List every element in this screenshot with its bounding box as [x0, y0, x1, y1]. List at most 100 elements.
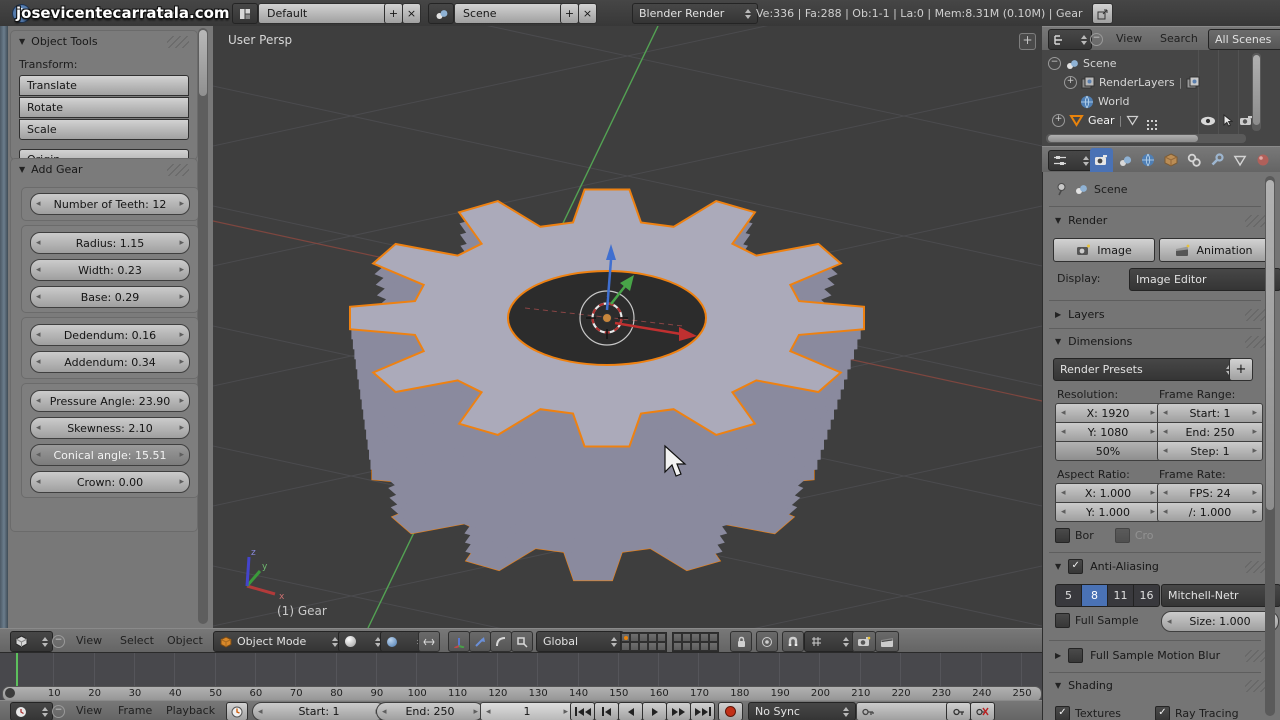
slider-right-arrow-icon[interactable]: ▸	[179, 199, 184, 209]
scrollbar-thumb[interactable]	[199, 30, 207, 96]
fsmb-panel-header[interactable]: ▶ Full Sample Motion Blur	[1055, 648, 1267, 663]
add-gear-title[interactable]: Add Gear	[31, 163, 82, 176]
view3d-menu-select[interactable]: Select	[120, 634, 154, 647]
shading-panel-header[interactable]: ▼ Shading	[1055, 679, 1267, 692]
keying-set-field[interactable]	[856, 702, 954, 720]
width-slider[interactable]: ◂ Width: 0.23 ▸	[30, 259, 190, 281]
panel-grip-icon[interactable]	[167, 35, 189, 48]
outliner-editor-selector[interactable]	[1048, 29, 1092, 50]
viewport-3d[interactable]: x yz User Persp (1) Gear +	[213, 26, 1042, 628]
teeth-slider[interactable]: ◂ Number of Teeth: 12 ▸	[30, 193, 190, 215]
aa-sample-11[interactable]: 11	[1108, 585, 1134, 606]
antialiasing-checkbox[interactable]: ✓	[1068, 559, 1084, 574]
fps-base-slider[interactable]: ◂/: 1.000 ▸	[1157, 502, 1263, 522]
properties-editor-selector[interactable]	[1048, 150, 1094, 171]
radius-slider[interactable]: ◂ Radius: 1.15 ▸	[30, 232, 190, 254]
ray-tracing-checkbox[interactable]: ✓	[1155, 706, 1170, 720]
tool-shelf-scrollbar[interactable]	[198, 28, 208, 624]
panel-grip-icon[interactable]	[1245, 335, 1267, 348]
conical-angle-slider[interactable]: ◂ Conical angle: 15.51 ▸	[30, 444, 190, 466]
aa-size-slider[interactable]: ◂Size: 1.000▸	[1161, 611, 1279, 632]
outliner-menu-view[interactable]: View	[1116, 32, 1142, 45]
view3d-menu-view[interactable]: View	[76, 634, 102, 647]
tab-modifiers[interactable]	[1205, 148, 1228, 172]
aa-sample-16[interactable]: 16	[1134, 585, 1159, 606]
rotate-button[interactable]: Rotate	[19, 97, 189, 118]
panel-grip-icon[interactable]	[1245, 560, 1267, 573]
scene-add-button[interactable]: +	[560, 3, 579, 24]
collapse-menus-icon[interactable]: −	[52, 705, 65, 718]
manipulator-translate-toggle[interactable]	[469, 631, 491, 652]
antialiasing-panel-header[interactable]: ▼ ✓ Anti-Aliasing	[1055, 559, 1267, 574]
fsmb-checkbox[interactable]	[1068, 648, 1084, 663]
timeline-region[interactable]: 10 20 30 40 50 60 70 80 90 100 110 120 130 140 150 160 1…	[0, 652, 1042, 701]
layers-grid-left[interactable]	[620, 632, 667, 652]
collapse-icon[interactable]: −	[1048, 57, 1061, 70]
panel-grip-icon[interactable]	[167, 163, 189, 176]
object-tools-title[interactable]: Object Tools	[31, 35, 97, 48]
scrollbar-thumb[interactable]	[1048, 135, 1198, 142]
frame-end-slider[interactable]: ◂ End: 250 ▸	[376, 702, 484, 720]
jump-to-end-button[interactable]	[690, 702, 715, 720]
expand-triangle-icon[interactable]: ▶	[1055, 651, 1061, 660]
proportional-edit-toggle[interactable]	[756, 631, 778, 652]
scene-icon-box[interactable]	[428, 3, 454, 24]
resolution-percent-button[interactable]: 50%	[1055, 441, 1161, 461]
expand-icon[interactable]: +	[1064, 76, 1077, 89]
render-opengl-button[interactable]	[852, 631, 876, 652]
tab-constraints[interactable]	[1182, 148, 1205, 172]
record-button[interactable]	[718, 702, 743, 720]
lock-to-scene-toggle[interactable]	[730, 631, 752, 652]
addendum-slider[interactable]: ◂ Addendum: 0.34 ▸	[30, 351, 190, 373]
outliner-row-gear[interactable]: + Gear |	[1052, 111, 1150, 130]
outliner-menu-search[interactable]: Search	[1160, 32, 1198, 45]
outliner-vscrollbar[interactable]	[1252, 53, 1261, 131]
frame-end-slider-props[interactable]: ◂ End: 250 ▸	[1157, 422, 1263, 442]
jump-prev-keyframe-button[interactable]	[594, 702, 619, 720]
render-opengl-anim-button[interactable]	[875, 631, 899, 652]
layers-panel-header[interactable]: ▶ Layers	[1055, 308, 1267, 321]
outliner-row-world[interactable]: World	[1080, 92, 1130, 111]
panel-grip-icon[interactable]	[1245, 679, 1267, 692]
textures-checkbox[interactable]: ✓	[1055, 706, 1070, 720]
timeline-ruler[interactable]: 10 20 30 40 50 60 70 80 90 100 110 120 130 140 150 160 1…	[2, 686, 1042, 701]
layout-field[interactable]: Default	[258, 3, 400, 24]
outliner-row-scene[interactable]: − Scene	[1048, 54, 1117, 73]
collapse-triangle-icon[interactable]: ▼	[1055, 216, 1061, 225]
render-engine-dropdown[interactable]: Blender Render	[632, 3, 758, 24]
properties-scrollbar[interactable]	[1265, 176, 1275, 716]
frame-step-slider[interactable]: ◂ Step: 1 ▸	[1157, 441, 1263, 461]
use-preview-range-toggle[interactable]	[226, 702, 248, 720]
crop-checkbox[interactable]	[1114, 528, 1130, 543]
fps-slider[interactable]: ◂ FPS: 24 ▸	[1157, 483, 1263, 503]
region-plus-icon[interactable]: +	[1019, 33, 1036, 50]
current-frame-field[interactable]: ◂ 1 ▸	[480, 702, 574, 720]
scrollbar-thumb[interactable]	[1253, 55, 1260, 125]
outliner-row-renderlayers[interactable]: + RenderLayers |	[1064, 73, 1200, 92]
layout-close-button[interactable]: ×	[402, 3, 421, 24]
aa-filter-dropdown[interactable]: Mitchell-Netr	[1161, 584, 1280, 607]
render-image-button[interactable]: Image	[1053, 238, 1155, 262]
collapse-triangle-icon[interactable]: ▼	[19, 37, 25, 46]
scene-close-button[interactable]: ×	[578, 3, 597, 24]
current-frame-marker[interactable]	[16, 653, 18, 686]
dedendum-slider[interactable]: ◂ Dedendum: 0.16 ▸	[30, 324, 190, 346]
orientation-dropdown[interactable]: Global	[536, 631, 624, 652]
skewness-slider[interactable]: ◂ Skewness: 2.10 ▸	[30, 417, 190, 439]
aa-sample-8[interactable]: 8	[1082, 585, 1108, 606]
preset-add-button[interactable]: +	[1229, 358, 1253, 381]
render-panel-header[interactable]: ▼ Render	[1055, 214, 1267, 227]
editor-type-selector[interactable]	[10, 631, 53, 652]
tab-scene[interactable]	[1113, 148, 1136, 172]
resolution-x-slider[interactable]: ◂ X: 1920 ▸	[1055, 403, 1161, 423]
expand-triangle-icon[interactable]: ▶	[1055, 310, 1061, 319]
mode-dropdown[interactable]: Object Mode	[213, 631, 345, 652]
translate-button[interactable]: Translate	[19, 75, 189, 96]
timeline-menu-playback[interactable]: Playback	[166, 704, 215, 717]
tab-object-data[interactable]	[1228, 148, 1251, 172]
scale-button[interactable]: Scale	[19, 119, 189, 140]
snap-element-dropdown[interactable]	[804, 631, 856, 652]
jump-next-keyframe-button[interactable]	[666, 702, 691, 720]
full-sample-checkbox[interactable]	[1055, 613, 1070, 628]
tab-object[interactable]	[1159, 148, 1182, 172]
